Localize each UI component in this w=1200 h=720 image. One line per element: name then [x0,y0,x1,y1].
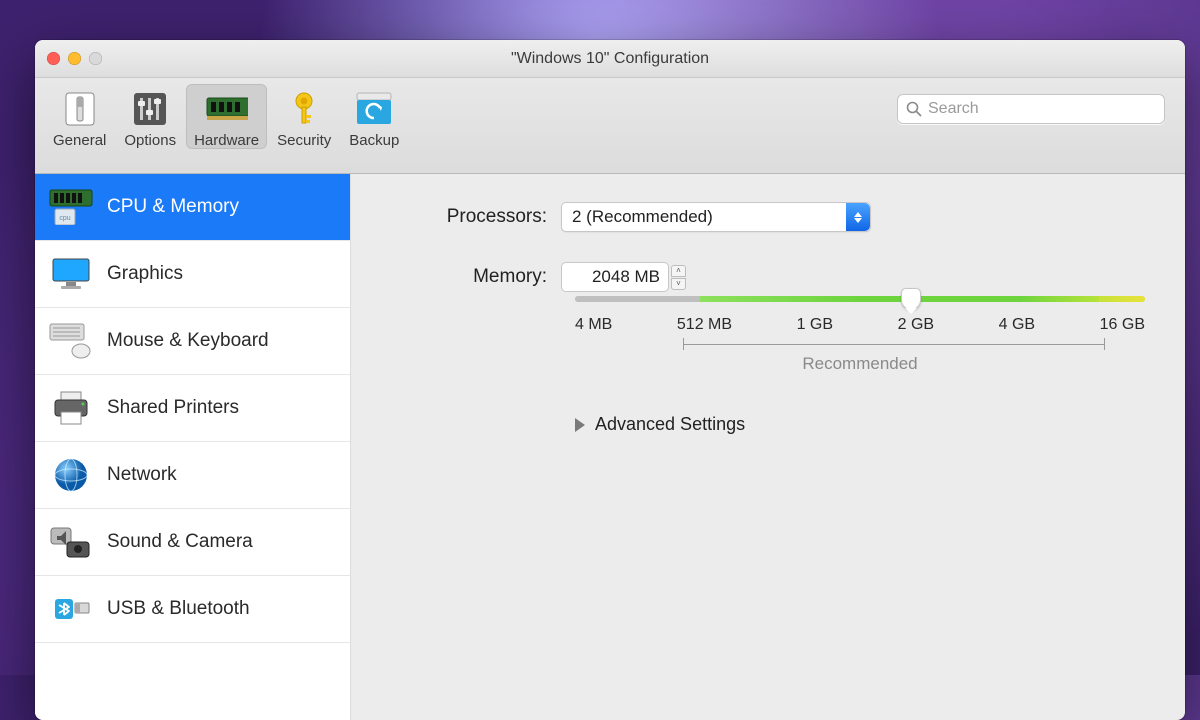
sidebar-item-network[interactable]: Network [35,442,350,509]
sidebar-item-mouse-keyboard[interactable]: Mouse & Keyboard [35,308,350,375]
tab-label: Backup [349,132,399,149]
hardware-sidebar: cpu CPU & Memory Graphics Mouse & Keyboa… [35,174,351,720]
tab-label: General [53,132,106,149]
memory-step-down[interactable]: ˅ [671,278,686,290]
processors-label: Processors: [391,206,561,228]
processors-value: 2 (Recommended) [572,207,713,227]
usb-bluetooth-icon [49,589,93,629]
advanced-settings-label: Advanced Settings [595,414,745,435]
minimize-window-button[interactable] [68,52,81,65]
network-globe-icon [49,455,93,495]
memory-input[interactable]: 2048 MB [561,262,669,292]
mouse-keyboard-icon [49,321,93,361]
cpu-memory-icon: cpu [49,187,93,227]
memory-slider[interactable] [575,296,1145,302]
sidebar-item-label: Network [107,464,177,486]
window-title: "Windows 10" Configuration [35,50,1185,68]
sidebar-item-label: CPU & Memory [107,196,239,218]
sidebar-item-label: Graphics [107,263,183,285]
memory-step-up[interactable]: ˄ [671,265,686,277]
sliders-icon [129,88,171,130]
search-input[interactable] [928,100,1156,118]
recommended-label: Recommended [575,354,1145,374]
search-wrap [897,94,1165,124]
sidebar-item-label: Mouse & Keyboard [107,330,269,352]
memory-slider-zone: 4 MB 512 MB 1 GB 2 GB 4 GB 16 GB Recomme… [575,296,1145,374]
traffic-lights [47,52,102,65]
tab-general[interactable]: General [45,84,114,149]
tab-label: Hardware [194,132,259,149]
zoom-window-button[interactable] [89,52,102,65]
tab-options[interactable]: Options [116,84,184,149]
memory-slider-thumb[interactable] [901,288,921,310]
sidebar-item-usb-bluetooth[interactable]: USB & Bluetooth [35,576,350,643]
select-arrows-icon [846,203,870,231]
slider-seg-ok [700,296,1099,302]
config-window: "Windows 10" Configuration General Optio… [35,40,1185,720]
tick-label: 2 GB [898,316,934,334]
tab-label: Security [277,132,331,149]
toggle-switch-icon [59,88,101,130]
processors-row: Processors: 2 (Recommended) [391,202,1145,232]
advanced-settings-toggle[interactable]: Advanced Settings [575,414,1145,435]
time-machine-icon [353,88,395,130]
tick-label: 1 GB [797,316,833,334]
main-panel: Processors: 2 (Recommended) Memory: 2048… [351,174,1185,720]
processors-select[interactable]: 2 (Recommended) [561,202,871,232]
toolbar: General Options Hardware Security Backup [35,78,1185,174]
tab-label: Options [124,132,176,149]
tab-hardware[interactable]: Hardware [186,84,267,149]
sidebar-item-label: USB & Bluetooth [107,598,250,620]
disclosure-triangle-icon [575,418,585,432]
close-window-button[interactable] [47,52,60,65]
recommended-range-bracket [575,338,1145,352]
search-field[interactable] [897,94,1165,124]
sidebar-item-graphics[interactable]: Graphics [35,241,350,308]
printer-icon [49,388,93,428]
sound-camera-icon [49,522,93,562]
search-icon [906,101,922,117]
ram-chip-icon [206,88,248,130]
sidebar-item-label: Sound & Camera [107,531,253,553]
memory-row: Memory: 2048 MB ˄ ˅ [391,262,1145,292]
tick-label: 4 MB [575,316,612,334]
key-icon [283,88,325,130]
memory-value: 2048 MB [592,267,660,287]
tick-label: 16 GB [1100,316,1145,334]
content-body: cpu CPU & Memory Graphics Mouse & Keyboa… [35,174,1185,720]
memory-label: Memory: [391,266,561,288]
sidebar-item-label: Shared Printers [107,397,239,419]
slider-seg-high [1099,296,1145,302]
titlebar: "Windows 10" Configuration [35,40,1185,78]
tab-security[interactable]: Security [269,84,339,149]
tab-backup[interactable]: Backup [341,84,407,149]
svg-text:cpu: cpu [59,215,70,222]
sidebar-item-cpu-memory[interactable]: cpu CPU & Memory [35,174,350,241]
tick-label: 4 GB [999,316,1035,334]
memory-slider-ticks: 4 MB 512 MB 1 GB 2 GB 4 GB 16 GB [575,316,1145,334]
sidebar-item-sound-camera[interactable]: Sound & Camera [35,509,350,576]
monitor-icon [49,254,93,294]
tick-label: 512 MB [677,316,732,334]
memory-stepper: ˄ ˅ [671,265,686,290]
slider-seg-low [575,296,700,302]
sidebar-item-shared-printers[interactable]: Shared Printers [35,375,350,442]
